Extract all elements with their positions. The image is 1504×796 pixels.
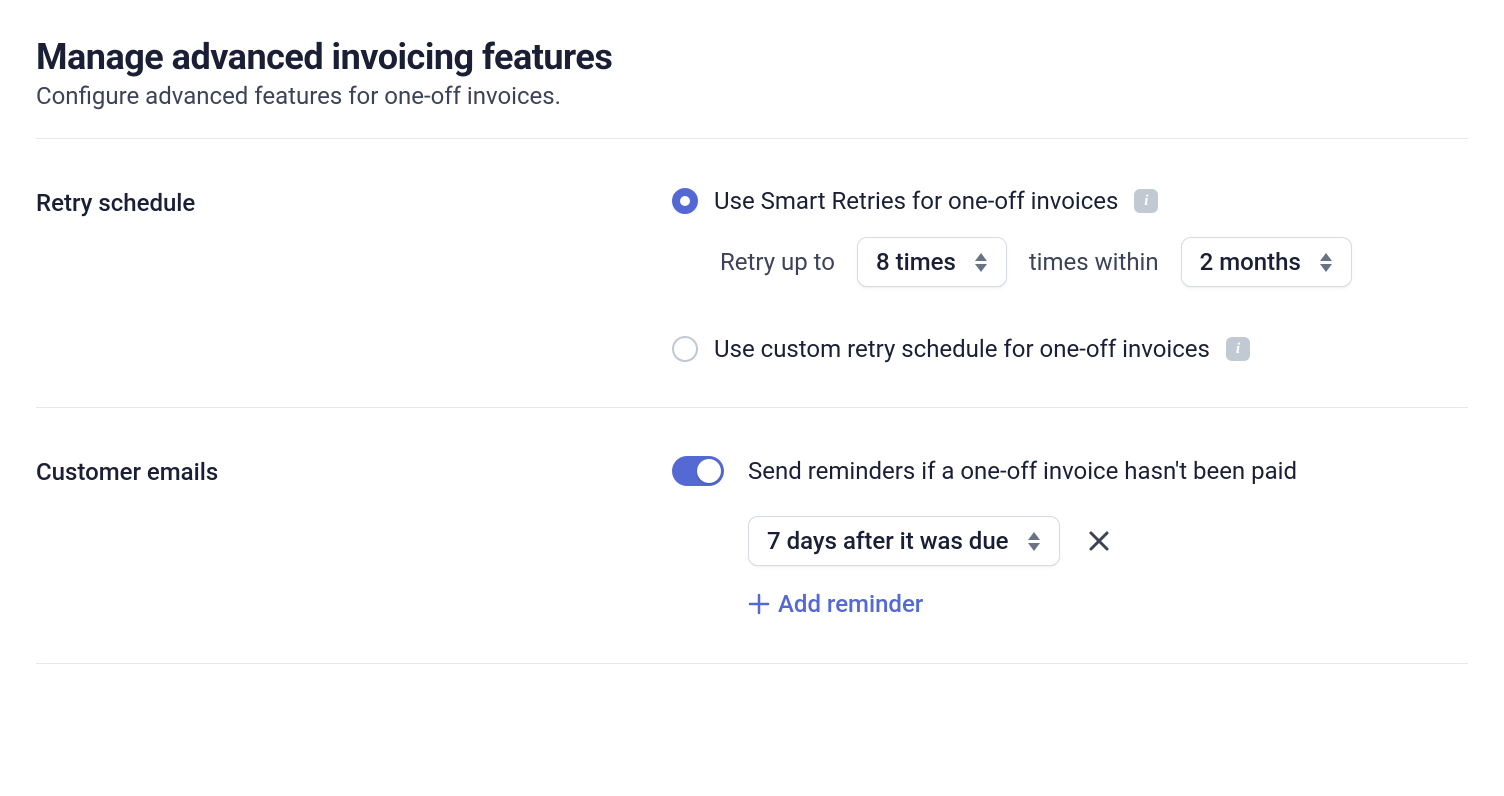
add-reminder-label: Add reminder: [778, 590, 923, 618]
toggle-send-reminders[interactable]: [672, 456, 724, 486]
toggle-label-reminders: Send reminders if a one-off invoice hasn…: [748, 457, 1297, 485]
section-retry-schedule: Retry schedule Use Smart Retries for one…: [36, 139, 1468, 407]
retry-count-select[interactable]: 8 times: [857, 237, 1007, 287]
add-reminder-button[interactable]: Add reminder: [748, 590, 923, 618]
radio-label-smart-retries: Use Smart Retries for one-off invoices: [714, 187, 1118, 215]
section-customer-emails: Customer emails Send reminders if a one-…: [36, 408, 1468, 663]
stepper-icon: [1027, 532, 1041, 551]
toggle-knob: [697, 459, 721, 483]
info-icon[interactable]: i: [1134, 189, 1158, 213]
retry-window-select[interactable]: 2 months: [1181, 237, 1352, 287]
retry-window-value: 2 months: [1200, 248, 1301, 276]
plus-icon: [748, 593, 770, 615]
retry-up-to-text: Retry up to: [720, 248, 835, 276]
retry-config-row: Retry up to 8 times times within 2 month…: [720, 237, 1468, 287]
reminder-row: 7 days after it was due: [748, 516, 1468, 566]
retry-count-value: 8 times: [876, 248, 956, 276]
radio-smart-retries[interactable]: [672, 188, 698, 214]
reminder-timing-select[interactable]: 7 days after it was due: [748, 516, 1060, 566]
divider: [36, 663, 1468, 664]
info-icon[interactable]: i: [1226, 337, 1250, 361]
section-content-emails: Send reminders if a one-off invoice hasn…: [672, 456, 1468, 619]
remove-reminder-button[interactable]: [1088, 530, 1110, 552]
section-label-retry: Retry schedule: [36, 187, 672, 363]
toggle-row-reminders: Send reminders if a one-off invoice hasn…: [672, 456, 1468, 486]
stepper-icon: [1319, 253, 1333, 272]
stepper-icon: [974, 253, 988, 272]
radio-row-smart-retries: Use Smart Retries for one-off invoices i: [672, 187, 1468, 215]
times-within-text: times within: [1029, 248, 1159, 276]
reminder-timing-value: 7 days after it was due: [767, 527, 1009, 555]
radio-row-custom-retry: Use custom retry schedule for one-off in…: [672, 335, 1468, 363]
radio-custom-retry[interactable]: [672, 336, 698, 362]
page-subtitle: Configure advanced features for one-off …: [36, 82, 1468, 110]
page-title: Manage advanced invoicing features: [36, 36, 1468, 78]
section-label-emails: Customer emails: [36, 456, 672, 619]
radio-label-custom-retry: Use custom retry schedule for one-off in…: [714, 335, 1210, 363]
section-content-retry: Use Smart Retries for one-off invoices i…: [672, 187, 1468, 363]
